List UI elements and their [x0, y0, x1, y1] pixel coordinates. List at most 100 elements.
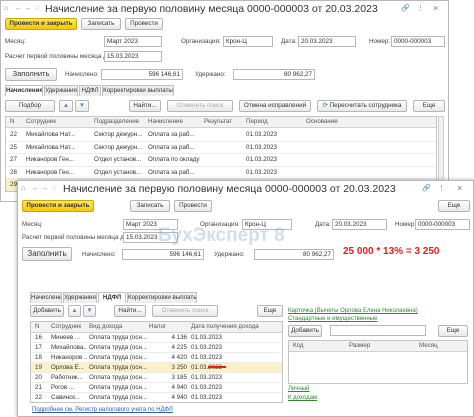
- date-field[interactable]: 20.03.2023: [298, 36, 356, 47]
- table-row[interactable]: 27 Никаноров Ген... Отдел установ... Оплата…: [6, 154, 436, 167]
- post-button[interactable]: Провести: [174, 200, 212, 212]
- favorite-star-icon[interactable]: ☆: [34, 5, 40, 13]
- column-header[interactable]: Сотрудник: [26, 117, 92, 127]
- tab-2[interactable]: НДФЛ: [98, 292, 126, 303]
- column-header[interactable]: Налог: [149, 322, 187, 332]
- table-cell-emp: Никаноров ...: [51, 354, 87, 361]
- personal-link[interactable]: Личный: [288, 386, 309, 392]
- fill-button[interactable]: Заполнить: [22, 247, 72, 261]
- tab-1[interactable]: Удержания: [63, 292, 97, 303]
- back-arrow-icon[interactable]: ←: [15, 5, 22, 13]
- table-cell-n: 28: [10, 168, 17, 176]
- table-row[interactable]: 28 Никаноров Ген... Отдел установ... Оплата…: [6, 167, 436, 179]
- table-row[interactable]: 19 Орлова Е... Оплата труда (осн... 3 250 01…: [31, 363, 282, 373]
- save-button[interactable]: Записать: [130, 200, 170, 212]
- table-cell-type: Оплата труда (осн...: [89, 364, 147, 371]
- number-field[interactable]: 0000-000003: [415, 219, 470, 230]
- std-deductions-link[interactable]: Стандартные и имущественные: [288, 316, 377, 322]
- table-row[interactable]: 16 Минеев ... Оплата труда (осн... 4 136 01.…: [31, 333, 282, 343]
- accrued-label: Начислено:: [65, 71, 99, 78]
- forward-arrow-icon[interactable]: →: [24, 5, 31, 13]
- post-and-close-button[interactable]: Провести и закрыть: [22, 200, 94, 212]
- calc-date-label: Расчет первой половины месяца до:: [22, 234, 130, 241]
- ndfl-register-link[interactable]: Подробнее см. Регистр налогового учета п…: [32, 407, 173, 413]
- table-row[interactable]: 20 Работник... Оплата труда (осн... 3 185 01…: [31, 373, 282, 383]
- favorite-star-icon[interactable]: ☆: [51, 185, 57, 193]
- forward-arrow-icon[interactable]: →: [41, 185, 48, 193]
- find-button[interactable]: Найти...: [114, 305, 146, 317]
- org-field[interactable]: Крон-Ц: [223, 36, 273, 47]
- tab-3[interactable]: Корректировки выплаты: [102, 85, 174, 96]
- post-button[interactable]: Провести: [125, 18, 163, 30]
- column-header[interactable]: Основание: [306, 117, 366, 127]
- number-field[interactable]: 0000-000003: [391, 36, 445, 47]
- table-row[interactable]: 25 Михайлова Нат... Сектор дежурн... Оплата…: [6, 142, 436, 154]
- table-cell-tax: 4 940: [171, 384, 187, 391]
- recalc-employee-button[interactable]: ⟳ Пересчитать сотрудника: [317, 100, 407, 112]
- add-button[interactable]: Добавить: [30, 305, 64, 317]
- save-button[interactable]: Записать: [81, 18, 121, 30]
- table-row[interactable]: 21 Рогов ... Оплата труда (осн... 4 940 01.0…: [31, 383, 282, 393]
- move-up-button[interactable]: ▲: [59, 100, 73, 112]
- back-more-button[interactable]: Еще: [413, 100, 445, 112]
- front-window-title: Начисление за первую половину месяца 000…: [63, 183, 396, 195]
- tab-1[interactable]: Удержания: [44, 85, 78, 96]
- column-header[interactable]: Подразделение: [94, 117, 146, 127]
- more-icon[interactable]: ⋮: [438, 185, 445, 193]
- column-header[interactable]: Код: [293, 341, 304, 351]
- move-down-button[interactable]: ▼: [83, 305, 96, 317]
- front-more-button[interactable]: Еще: [257, 305, 283, 317]
- close-icon[interactable]: ×: [433, 4, 438, 13]
- link-icon[interactable]: 🔗: [422, 185, 431, 193]
- date-label: Дата:: [281, 38, 297, 45]
- table-cell-emp: Михайлова Нат...: [26, 131, 76, 138]
- column-header[interactable]: Вид дохода: [89, 322, 147, 332]
- move-up-button[interactable]: ▲: [68, 305, 81, 317]
- tab-2[interactable]: НДФЛ: [79, 85, 101, 96]
- cancel-corrections-button[interactable]: Отмена исправлений: [239, 100, 311, 112]
- column-header[interactable]: Месяц: [419, 341, 438, 351]
- accrued-label: Начислено:: [82, 251, 116, 258]
- card-add-button[interactable]: Добавить: [288, 325, 322, 337]
- back-arrow-icon[interactable]: ←: [32, 185, 39, 193]
- table-row[interactable]: 18 Никаноров ... Оплата труда (осн... 4 420…: [31, 353, 282, 363]
- dependents-link[interactable]: К доходам: [288, 395, 317, 401]
- cancel-search-button[interactable]: Отменить поиск: [152, 305, 218, 317]
- column-header[interactable]: N: [35, 322, 49, 332]
- tab-0[interactable]: Начисления: [5, 85, 43, 96]
- column-header[interactable]: Период: [246, 117, 304, 127]
- column-header[interactable]: Дата получения дохода: [191, 322, 261, 332]
- table-cell-tax: 4 420: [171, 354, 187, 361]
- table-row[interactable]: 22 Михайлова Нат... Сектор дежурн... Оплата…: [6, 129, 436, 142]
- column-header[interactable]: Результат: [204, 117, 242, 127]
- close-icon[interactable]: ×: [457, 184, 462, 193]
- column-header[interactable]: N: [10, 117, 24, 127]
- table-cell-emp: Михайлова...: [51, 344, 87, 351]
- link-icon[interactable]: 🔗: [401, 5, 410, 13]
- tab-0[interactable]: Начисления: [30, 292, 62, 303]
- more-icon[interactable]: ⋮: [417, 5, 424, 13]
- move-down-button[interactable]: ▼: [75, 100, 89, 112]
- calc-date-field[interactable]: 15.03.2023: [104, 51, 162, 62]
- card-more-button[interactable]: Еще: [438, 325, 468, 337]
- home-icon[interactable]: ⌂: [21, 185, 25, 193]
- find-button[interactable]: Найти...: [129, 100, 161, 112]
- table-row[interactable]: 22 Савинск... Оплата труда (осн... 4 940 01.…: [31, 393, 282, 402]
- table-cell-emp: Орлова Е...: [51, 364, 84, 371]
- column-header[interactable]: Сотрудник: [51, 322, 87, 332]
- table-cell-emp: Никаноров Ген...: [26, 168, 74, 176]
- fill-button[interactable]: Заполнить: [5, 68, 57, 81]
- front-toolbar-more-button[interactable]: Еще: [438, 200, 470, 212]
- month-field[interactable]: Март 2023: [104, 36, 162, 47]
- card-select-field[interactable]: [330, 325, 426, 336]
- select-button[interactable]: Подбор: [5, 100, 55, 112]
- column-header[interactable]: Размер: [349, 341, 370, 351]
- post-and-close-button[interactable]: Провести и закрыть: [5, 18, 77, 30]
- home-icon[interactable]: ⌂: [4, 5, 8, 13]
- table-row[interactable]: 17 Михайлова... Оплата труда (осн... 4 225 0…: [31, 343, 282, 353]
- cancel-search-button[interactable]: Отменить поиск: [167, 100, 233, 112]
- deductions-card-link[interactable]: Карточка (Вычеты Орлова Елена Николаевна…: [288, 308, 418, 314]
- tab-3[interactable]: Корректировки выплаты: [127, 292, 197, 303]
- date-field[interactable]: 20.03.2023: [332, 219, 387, 230]
- column-header[interactable]: Начисление: [148, 117, 202, 127]
